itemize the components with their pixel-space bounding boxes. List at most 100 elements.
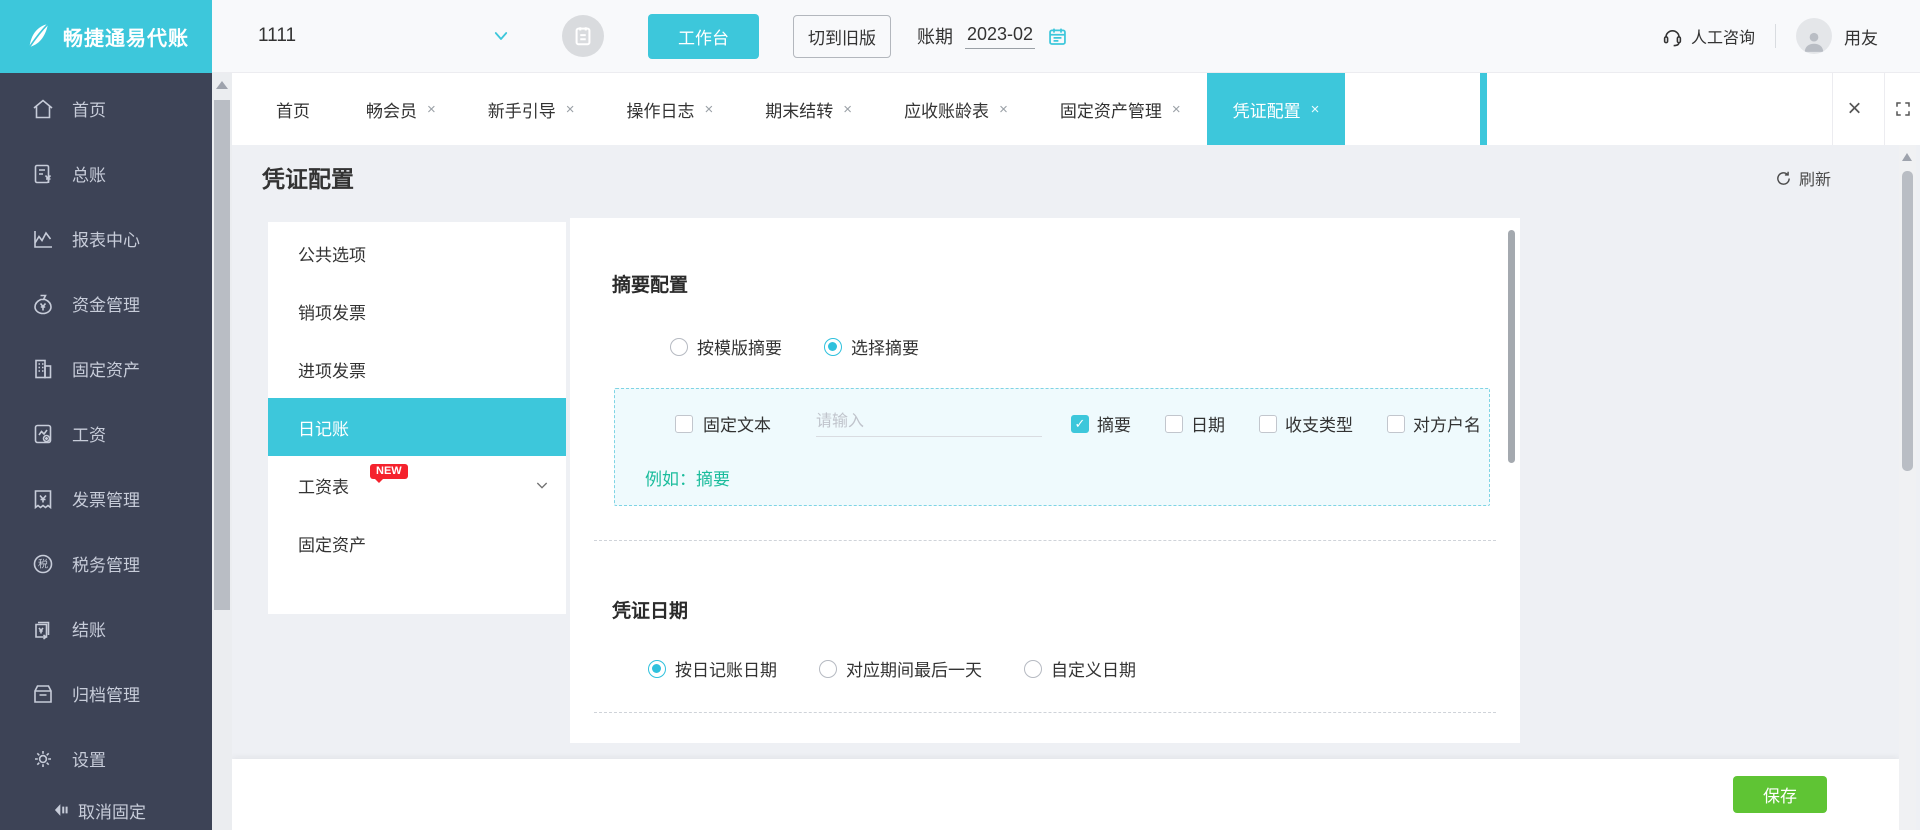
- tab-period-end-carryover[interactable]: 期末结转 ×: [739, 73, 878, 145]
- radio-period-last-day[interactable]: 对应期间最后一天: [819, 656, 982, 681]
- clipped-tab-sliver: [1480, 73, 1487, 145]
- sidebar-item-funds[interactable]: 资金管理: [0, 271, 212, 336]
- support-label: 人工咨询: [1690, 30, 1755, 47]
- radio-journal-date[interactable]: 按日记账日期: [648, 656, 777, 681]
- section-divider: [594, 540, 1496, 541]
- summary-config-heading: 摘要配置: [612, 275, 689, 296]
- checkbox-icon[interactable]: [1387, 414, 1405, 433]
- radio-selected-icon: [648, 659, 666, 678]
- radio-icon: [1024, 659, 1042, 678]
- checkbox-icon[interactable]: [675, 414, 693, 433]
- sidebar-scrollbar[interactable]: [212, 73, 232, 830]
- checkbox-icon[interactable]: [1165, 414, 1183, 433]
- unpin-sidebar-button[interactable]: 取消固定: [0, 791, 212, 829]
- tab-beginner-guide[interactable]: 新手引导 ×: [462, 73, 601, 145]
- tax-icon: 税: [31, 552, 55, 576]
- close-all-tabs-button[interactable]: ×: [1832, 73, 1876, 145]
- gear-icon: [31, 747, 55, 771]
- close-tab-icon[interactable]: ×: [999, 101, 1008, 118]
- fullscreen-icon[interactable]: [1884, 73, 1920, 145]
- salary-icon: [31, 422, 55, 446]
- section-divider: [594, 712, 1496, 713]
- company-select-value: 1111: [258, 25, 297, 46]
- voucher-config-panel: 摘要配置 按模版摘要 选择摘要 固定文本 ✓ 摘要 日期: [570, 218, 1520, 743]
- ledger-icon: [31, 162, 55, 186]
- report-icon: [31, 227, 55, 251]
- footer-action-bar: 保存: [232, 759, 1899, 830]
- checkbox-date[interactable]: 日期: [1165, 411, 1225, 436]
- sidebar-item-tax[interactable]: 税 税务管理: [0, 531, 212, 596]
- close-tab-icon[interactable]: ×: [843, 101, 852, 118]
- radio-custom-date[interactable]: 自定义日期: [1024, 656, 1136, 681]
- user-avatar[interactable]: [1796, 18, 1832, 54]
- checkbox-income-expense-type[interactable]: 收支类型: [1259, 411, 1353, 436]
- checkbox-icon[interactable]: [1259, 414, 1277, 433]
- tab-voucher-config[interactable]: 凭证配置 ×: [1206, 73, 1346, 145]
- voucher-date-heading: 凭证日期: [612, 601, 689, 622]
- page-scrollbar-thumb[interactable]: [1902, 171, 1913, 471]
- radio-icon: [819, 659, 837, 678]
- summary-options-box: 固定文本 ✓ 摘要 日期 收支类型 对方户名 例如：摘要: [614, 388, 1490, 506]
- invoice-icon: [31, 487, 55, 511]
- checkbox-checked-icon[interactable]: ✓: [1071, 414, 1089, 433]
- scroll-up-arrow-icon[interactable]: [1902, 153, 1912, 161]
- page-scrollbar[interactable]: [1899, 145, 1916, 830]
- menu-item-common-options[interactable]: 公共选项: [268, 224, 566, 282]
- building-icon: [31, 357, 55, 381]
- calendar-icon[interactable]: [1047, 26, 1068, 47]
- archive-icon: [31, 682, 55, 706]
- close-tab-icon[interactable]: ×: [705, 101, 714, 118]
- live-support[interactable]: 人工咨询: [1662, 24, 1755, 48]
- funds-icon: [31, 292, 55, 316]
- sidebar-item-archive[interactable]: 归档管理: [0, 661, 212, 726]
- menu-item-fixed-assets[interactable]: 固定资产: [268, 514, 566, 572]
- summary-field-checkboxes: ✓ 摘要 日期 收支类型 对方户名: [1071, 411, 1481, 436]
- refresh-button[interactable]: 刷新: [1775, 166, 1831, 190]
- fixed-text-input[interactable]: [816, 407, 1042, 437]
- user-name[interactable]: 用友: [1844, 24, 1878, 49]
- close-tab-icon[interactable]: ×: [1311, 101, 1320, 118]
- sidebar-item-invoice[interactable]: 发票管理: [0, 466, 212, 531]
- chevron-down-icon[interactable]: [534, 477, 550, 493]
- checkbox-summary[interactable]: ✓ 摘要: [1071, 411, 1131, 436]
- sidebar-item-home[interactable]: 首页: [0, 76, 212, 141]
- fixed-text-option[interactable]: 固定文本: [675, 411, 771, 436]
- tab-fixed-assets-mgmt[interactable]: 固定资产管理 ×: [1034, 73, 1207, 145]
- sidebar-item-fixed-assets[interactable]: 固定资产: [0, 336, 212, 401]
- sidebar-item-salary[interactable]: 工资: [0, 401, 212, 466]
- menu-item-sales-invoice[interactable]: 销项发票: [268, 282, 566, 340]
- sidebar-item-settings[interactable]: 设置: [0, 726, 212, 791]
- tab-home[interactable]: 首页: [246, 73, 340, 145]
- close-tab-icon[interactable]: ×: [566, 101, 575, 118]
- radio-select-summary[interactable]: 选择摘要: [824, 334, 919, 359]
- workbench-button[interactable]: 工作台: [648, 13, 759, 59]
- sidebar-item-general-ledger[interactable]: 总账: [0, 141, 212, 206]
- period-value[interactable]: 2023-02: [965, 24, 1036, 49]
- notepad-icon[interactable]: [562, 15, 604, 57]
- radio-template-summary[interactable]: 按模版摘要: [670, 334, 782, 359]
- divider: [1775, 24, 1776, 48]
- close-tab-icon[interactable]: ×: [427, 101, 436, 118]
- tab-operation-log[interactable]: 操作日志 ×: [601, 73, 740, 145]
- switch-old-version-button[interactable]: 切到旧版: [793, 14, 891, 58]
- panel-scrollbar-thumb[interactable]: [1508, 230, 1515, 463]
- svg-text:税: 税: [38, 557, 48, 570]
- tab-member[interactable]: 畅会员 ×: [340, 73, 462, 145]
- sidebar-nav: 首页 总账 报表中心 资金管理 固定资产 工资 发票管理 税 税务管理 结账 归…: [0, 73, 212, 830]
- company-select[interactable]: 1111: [258, 25, 510, 47]
- menu-item-journal[interactable]: 日记账: [268, 398, 566, 456]
- menu-item-purchase-invoice[interactable]: 进项发票: [268, 340, 566, 398]
- sidebar-scrollbar-thumb[interactable]: [214, 100, 230, 610]
- menu-item-salary-sheet[interactable]: 工资表 NEW: [268, 456, 566, 514]
- save-button[interactable]: 保存: [1733, 776, 1827, 813]
- page-title: 凭证配置: [262, 166, 354, 192]
- sidebar-item-report-center[interactable]: 报表中心: [0, 206, 212, 271]
- scroll-up-arrow-icon[interactable]: [216, 81, 228, 89]
- sidebar-item-closing[interactable]: 结账: [0, 596, 212, 661]
- tab-receivable-aging[interactable]: 应收账龄表 ×: [878, 73, 1034, 145]
- close-tab-icon[interactable]: ×: [1172, 101, 1181, 118]
- radio-icon: [670, 337, 688, 356]
- tab-bar: 首页 畅会员 × 新手引导 × 操作日志 × 期末结转 × 应收账龄表 × 固定资产管理 ×…: [232, 73, 1920, 145]
- checkbox-counterparty-name[interactable]: 对方户名: [1387, 411, 1481, 436]
- app-title: 畅捷通易代账: [63, 27, 189, 50]
